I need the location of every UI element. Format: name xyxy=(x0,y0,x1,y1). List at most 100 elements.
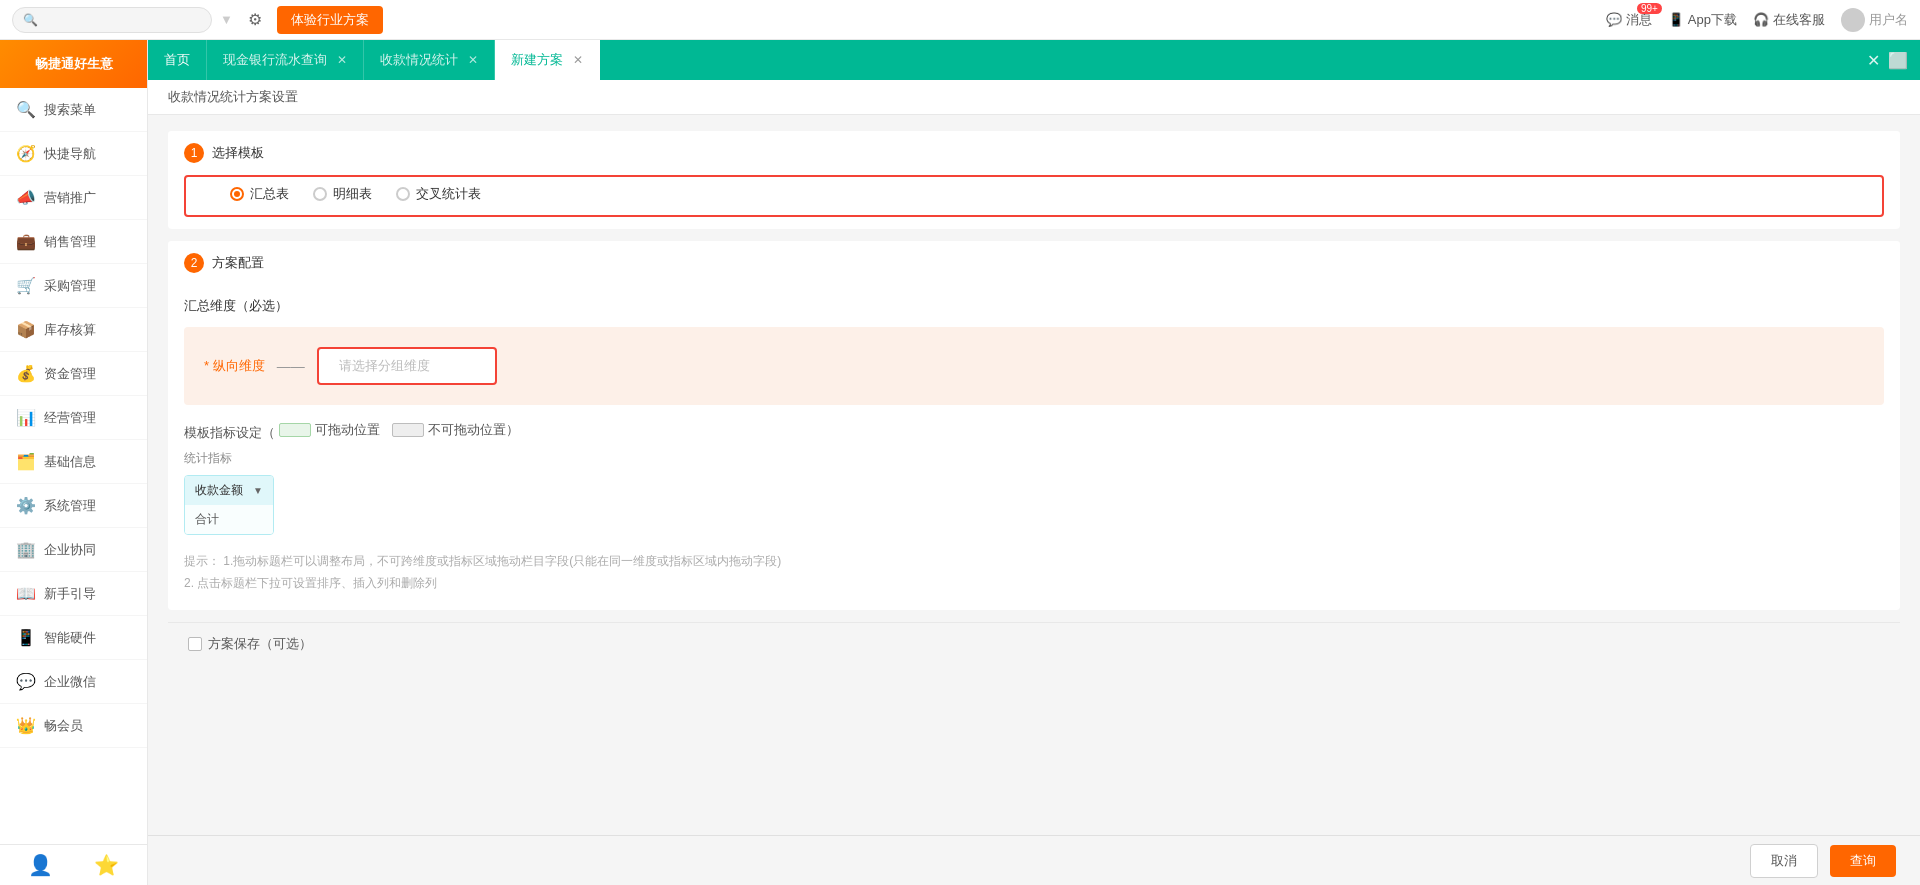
sidebar-item-purchase[interactable]: 🛒 采购管理 xyxy=(0,264,147,308)
user-bottom-icon[interactable]: 👤 xyxy=(28,853,53,877)
page-breadcrumb: 收款情况统计方案设置 xyxy=(148,80,1920,115)
radio-detail[interactable]: 明细表 xyxy=(313,185,372,203)
top-header: 🔍 ▼ ⚙ 体验行业方案 💬 消息 99+ 📱 App下载 🎧 在线客服 用户名 xyxy=(0,0,1920,40)
guide-icon: 📖 xyxy=(16,584,36,603)
sidebar-item-wechat[interactable]: 💬 企业微信 xyxy=(0,660,147,704)
inventory-icon: 📦 xyxy=(16,320,36,339)
trial-button[interactable]: 体验行业方案 xyxy=(277,6,383,34)
sidebar-label-operations: 经营管理 xyxy=(44,409,96,427)
sidebar-item-member[interactable]: 👑 畅会员 xyxy=(0,704,147,748)
tab-cashflow-close[interactable]: ✕ xyxy=(337,53,347,67)
tab-cashflow[interactable]: 现金银行流水查询 ✕ xyxy=(207,40,364,80)
tab-cashflow-label: 现金银行流水查询 xyxy=(223,51,327,69)
query-button[interactable]: 查询 xyxy=(1830,845,1896,877)
sidebar-item-search[interactable]: 🔍 搜索菜单 xyxy=(0,88,147,132)
wechat-icon: 💬 xyxy=(16,672,36,691)
step2-num: 2 xyxy=(191,256,198,270)
cancel-button[interactable]: 取消 xyxy=(1750,844,1818,878)
radio-cross[interactable]: 交叉统计表 xyxy=(396,185,481,203)
step2-section: 2 方案配置 汇总维度（必选） * 纵向维度 —— xyxy=(168,241,1900,610)
config-section: 汇总维度（必选） * 纵向维度 —— 请选择分组维度 xyxy=(168,285,1900,610)
messages-badge[interactable]: 💬 消息 99+ xyxy=(1606,11,1652,29)
radio-cross-dot[interactable] xyxy=(396,187,410,201)
save-checkbox[interactable] xyxy=(188,637,202,651)
app-logo: 畅捷通好生意 xyxy=(0,40,147,88)
tab-home[interactable]: 首页 xyxy=(148,40,207,80)
tab-receipts[interactable]: 收款情况统计 ✕ xyxy=(364,40,495,80)
dim-select-placeholder: 请选择分组维度 xyxy=(339,358,430,373)
hints-area: 提示： 1.拖动标题栏可以调整布局，不可跨维度或指标区域拖动栏目字段(只能在同一… xyxy=(184,551,1884,594)
online-service[interactable]: 🎧 在线客服 xyxy=(1753,11,1825,29)
member-icon: 👑 xyxy=(16,716,36,735)
download-icon: 📱 xyxy=(1668,12,1684,27)
dimension-select[interactable]: 请选择分组维度 xyxy=(317,347,497,385)
collab-icon: 🏢 xyxy=(16,540,36,559)
stat-card-header[interactable]: 收款金额 ▼ xyxy=(185,476,273,505)
basics-icon: 🗂️ xyxy=(16,452,36,471)
app-download[interactable]: 📱 App下载 xyxy=(1668,11,1737,29)
step1-title: 选择模板 xyxy=(212,144,264,162)
gear-icon[interactable]: ⚙ xyxy=(241,6,269,34)
stat-card-body: 合计 xyxy=(185,505,273,534)
sidebar-item-inventory[interactable]: 📦 库存核算 xyxy=(0,308,147,352)
window-close-icon[interactable]: ✕ xyxy=(1867,51,1880,70)
sidebar-label-wechat: 企业微信 xyxy=(44,673,96,691)
online-service-label: 在线客服 xyxy=(1773,11,1825,29)
vertical-dim-label: * 纵向维度 xyxy=(204,357,265,375)
radio-detail-dot[interactable] xyxy=(313,187,327,201)
sidebar-label-finance: 资金管理 xyxy=(44,365,96,383)
step1-num: 1 xyxy=(191,146,198,160)
sidebar-label-purchase: 采购管理 xyxy=(44,277,96,295)
sidebar-item-quicknav[interactable]: 🧭 快捷导航 xyxy=(0,132,147,176)
radio-summary-dot[interactable] xyxy=(230,187,244,201)
tab-home-label: 首页 xyxy=(164,51,190,69)
user-avatar[interactable]: 用户名 xyxy=(1841,8,1908,32)
radio-summary-label: 汇总表 xyxy=(250,185,289,203)
hardware-icon: 📱 xyxy=(16,628,36,647)
radio-summary[interactable]: 汇总表 xyxy=(230,185,289,203)
message-icon: 💬 xyxy=(1606,12,1622,27)
step1-circle: 1 xyxy=(184,143,204,163)
sidebar-item-sales[interactable]: 💼 销售管理 xyxy=(0,220,147,264)
search-nav-icon: 🔍 xyxy=(16,100,36,119)
sidebar-item-marketing[interactable]: 📣 营销推广 xyxy=(0,176,147,220)
draggable-label: 可拖动位置 xyxy=(315,421,380,439)
hint-2: 2. 点击标题栏下拉可设置排序、插入列和删除列 xyxy=(184,573,1884,595)
config-section-header: 汇总维度（必选） xyxy=(184,285,1884,327)
sidebar-label-system: 系统管理 xyxy=(44,497,96,515)
step1-header: 1 选择模板 xyxy=(168,131,1900,175)
sidebar-item-operations[interactable]: 📊 经营管理 xyxy=(0,396,147,440)
sidebar-label-quicknav: 快捷导航 xyxy=(44,145,96,163)
tab-bar: 首页 现金银行流水查询 ✕ 收款情况统计 ✕ 新建方案 ✕ ✕ ⬜ xyxy=(148,40,1920,80)
compass-icon: 🧭 xyxy=(16,144,36,163)
sidebar-label-basics: 基础信息 xyxy=(44,453,96,471)
window-expand-icon[interactable]: ⬜ xyxy=(1888,51,1908,70)
search-icon: 🔍 xyxy=(23,13,38,27)
sidebar-item-collab[interactable]: 🏢 企业协同 xyxy=(0,528,147,572)
username: 用户名 xyxy=(1869,11,1908,29)
sub-section-label: 汇总维度（必选） xyxy=(184,297,288,315)
page-content: 1 选择模板 汇总表 明细表 xyxy=(148,115,1920,835)
sidebar-item-system[interactable]: ⚙️ 系统管理 xyxy=(0,484,147,528)
chevron-down-icon: ▼ xyxy=(253,485,263,496)
sidebar-item-finance[interactable]: 💰 资金管理 xyxy=(0,352,147,396)
radio-detail-label: 明细表 xyxy=(333,185,372,203)
sidebar-item-guide[interactable]: 📖 新手引导 xyxy=(0,572,147,616)
search-bar[interactable]: 🔍 xyxy=(12,7,212,33)
tab-receipts-label: 收款情况统计 xyxy=(380,51,458,69)
sidebar-label-search: 搜索菜单 xyxy=(44,101,96,119)
app-download-label: App下载 xyxy=(1688,11,1737,29)
sidebar-label-collab: 企业协同 xyxy=(44,541,96,559)
sales-icon: 💼 xyxy=(16,232,36,251)
tab-newplan[interactable]: 新建方案 ✕ xyxy=(495,40,600,80)
sidebar-item-hardware[interactable]: 📱 智能硬件 xyxy=(0,616,147,660)
page-body: 收款情况统计方案设置 1 选择模板 汇总表 xyxy=(148,80,1920,885)
system-icon: ⚙️ xyxy=(16,496,36,515)
star-bottom-icon[interactable]: ⭐ xyxy=(94,853,119,877)
sidebar-item-basics[interactable]: 🗂️ 基础信息 xyxy=(0,440,147,484)
tab-newplan-close[interactable]: ✕ xyxy=(573,53,583,67)
sidebar-bottom: 👤 ⭐ xyxy=(0,844,147,885)
sidebar: 畅捷通好生意 🔍 搜索菜单 🧭 快捷导航 📣 营销推广 💼 销售管理 🛒 采购管… xyxy=(0,40,148,885)
arrow-icon: —— xyxy=(277,358,305,374)
tab-receipts-close[interactable]: ✕ xyxy=(468,53,478,67)
